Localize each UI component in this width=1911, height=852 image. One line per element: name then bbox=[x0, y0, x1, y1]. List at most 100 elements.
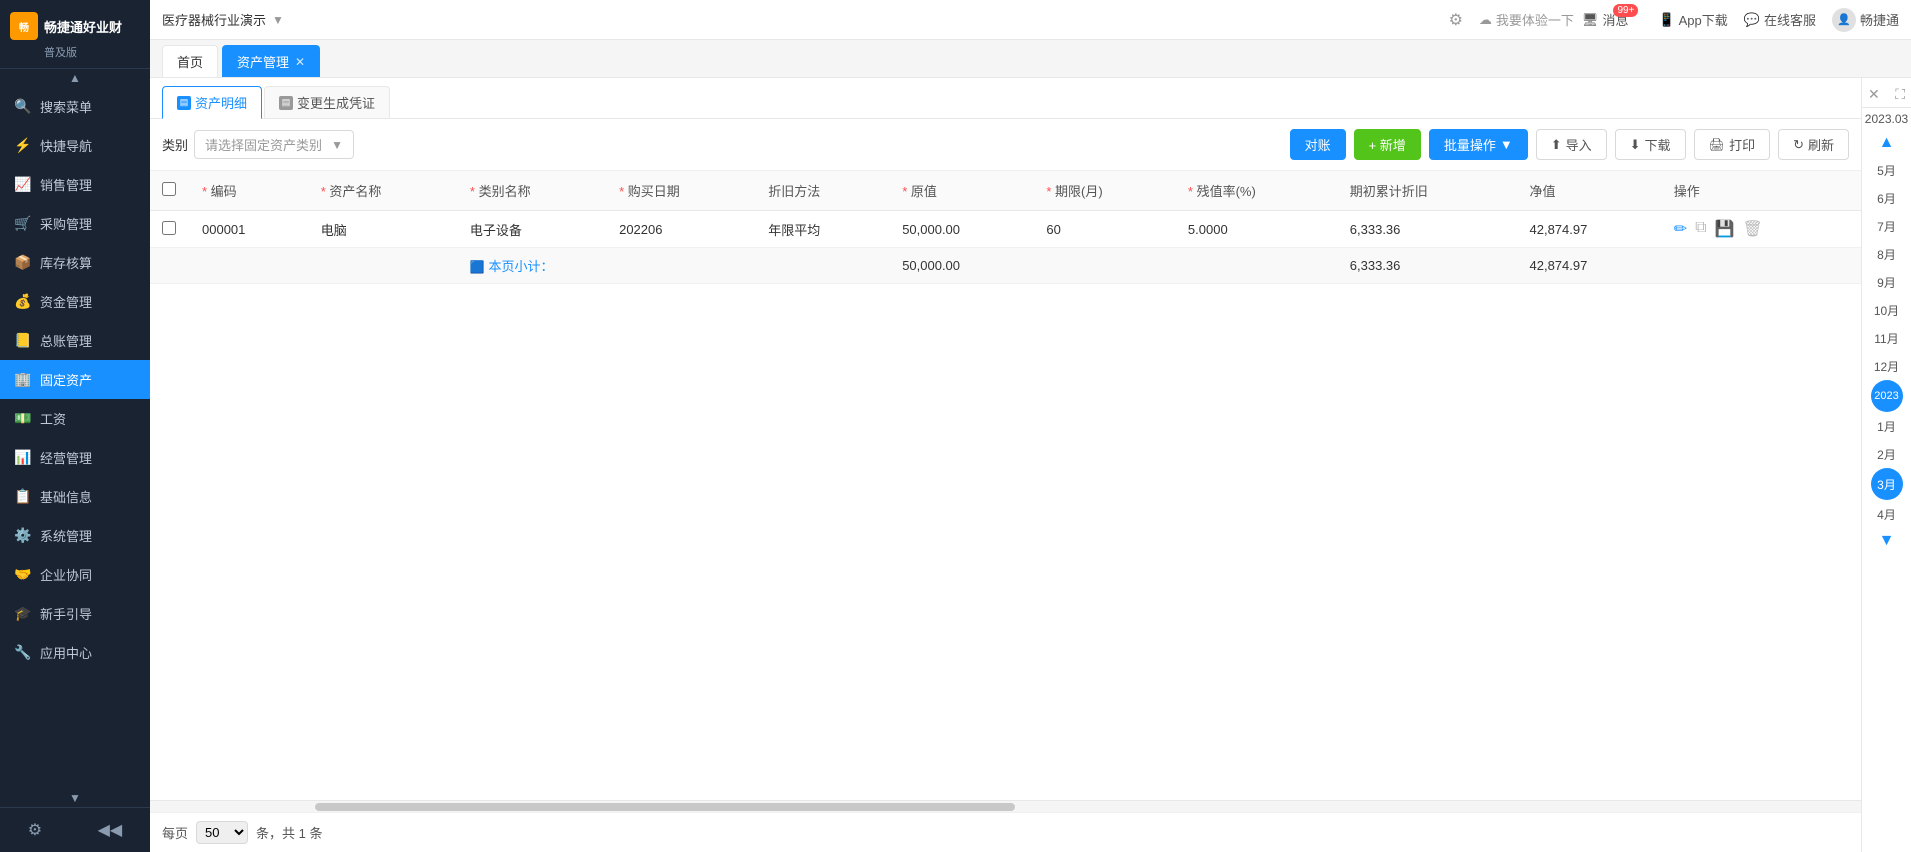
collab-icon: 🤝 bbox=[14, 566, 32, 584]
save-as-button[interactable]: 💾 bbox=[1715, 219, 1735, 239]
sidebar-item-collab[interactable]: 🤝 企业协同 bbox=[0, 555, 150, 594]
filter-label: 类别 bbox=[162, 135, 188, 154]
row-checkbox[interactable] bbox=[162, 221, 176, 235]
copy-button[interactable]: ⧉ bbox=[1695, 219, 1706, 239]
sidebar-item-purchase[interactable]: 🛒 采购管理 bbox=[0, 204, 150, 243]
month-6[interactable]: 6月 bbox=[1867, 184, 1907, 212]
settings-icon[interactable]: ⚙ bbox=[20, 816, 50, 844]
download-button[interactable]: ⬇ 下载 bbox=[1615, 129, 1686, 160]
tab-close-icon[interactable]: ✕ bbox=[295, 55, 305, 69]
feedback-icon: ☁ bbox=[1479, 12, 1492, 28]
sidebar-scroll-down[interactable]: ▼ bbox=[0, 789, 150, 807]
refresh-icon: ↻ bbox=[1793, 137, 1804, 153]
batch-button[interactable]: 批量操作 ▼ bbox=[1429, 129, 1528, 160]
sidebar: 畅 畅捷通好业财 普及版 ▲ 🔍 搜索菜单 ⚡ 快捷导航 📈 销售管理 🛒 采购… bbox=[0, 0, 150, 852]
company-dropdown-arrow: ▼ bbox=[272, 13, 284, 27]
import-icon: ⬆ bbox=[1551, 137, 1562, 153]
select-all-checkbox[interactable] bbox=[162, 182, 176, 196]
subtotal-icon: 🟦 bbox=[470, 260, 485, 274]
sidebar-item-fixed-assets[interactable]: 🏢 固定资产 bbox=[0, 360, 150, 399]
basics-icon: 📋 bbox=[14, 488, 32, 506]
right-panel-expand-icon[interactable]: ⛶ bbox=[1895, 86, 1905, 103]
sidebar-item-system[interactable]: ⚙️ 系统管理 bbox=[0, 516, 150, 555]
month-1[interactable]: 1月 bbox=[1867, 412, 1907, 440]
sidebar-bottom: ⚙ ◀◀ bbox=[0, 807, 150, 852]
edition-label: 普及版 bbox=[10, 44, 140, 60]
sidebar-item-payroll[interactable]: 💵 工资 bbox=[0, 399, 150, 438]
sidebar-item-guide[interactable]: 🎓 新手引导 bbox=[0, 594, 150, 633]
service-icon: 💬 bbox=[1744, 12, 1760, 28]
right-panel-close-icon[interactable]: ✕ bbox=[1868, 86, 1880, 103]
new-button[interactable]: + 新增 bbox=[1354, 129, 1421, 160]
delete-button[interactable]: 🗑 bbox=[1742, 219, 1762, 239]
app-download-button[interactable]: 📱 App下载 bbox=[1658, 10, 1727, 29]
payroll-icon: 💵 bbox=[14, 410, 32, 428]
per-page-select[interactable]: 50 100 bbox=[196, 821, 248, 844]
tab-home[interactable]: 首页 bbox=[162, 45, 218, 77]
refresh-button[interactable]: ↻ 刷新 bbox=[1778, 129, 1849, 160]
print-label: 打印 bbox=[1729, 135, 1755, 154]
app-label: App下载 bbox=[1679, 10, 1728, 29]
sidebar-item-sales[interactable]: 📈 销售管理 bbox=[0, 165, 150, 204]
month-3-active[interactable]: 3月 bbox=[1871, 468, 1903, 500]
user-menu[interactable]: 👤 畅捷通 bbox=[1832, 8, 1899, 32]
sidebar-item-label: 搜索菜单 bbox=[40, 97, 92, 116]
month-9[interactable]: 9月 bbox=[1867, 268, 1907, 296]
months-scroll-up[interactable]: ▲ bbox=[1875, 130, 1899, 156]
gear-icon[interactable]: ⚙ bbox=[1449, 10, 1463, 30]
col-residual-rate: 残值率(%) bbox=[1176, 171, 1338, 211]
subtab-voucher[interactable]: ▤ 变更生成凭证 bbox=[264, 86, 390, 118]
batch-label: 批量操作 bbox=[1444, 135, 1496, 154]
tab-asset-management[interactable]: 资产管理 ✕ bbox=[222, 45, 320, 77]
message-button[interactable]: 🖥 消息 99+ bbox=[1582, 10, 1629, 29]
feedback-link[interactable]: ☁ 我要体验一下 bbox=[1479, 10, 1574, 29]
category-filter-select[interactable]: 请选择固定资产类别 ▼ bbox=[194, 130, 354, 159]
sidebar-item-quicknav[interactable]: ⚡ 快捷导航 bbox=[0, 126, 150, 165]
company-selector[interactable]: 医疗器械行业演示 ▼ bbox=[162, 10, 1441, 29]
subtab-asset-detail[interactable]: ▤ 资产明细 bbox=[162, 86, 262, 119]
table-container: 编码 资产名称 类别名称 购买日期 折旧方法 原值 期限(月) 残值率(%) 期… bbox=[150, 171, 1861, 800]
sidebar-item-management[interactable]: 📊 经营管理 bbox=[0, 438, 150, 477]
collapse-icon[interactable]: ◀◀ bbox=[90, 816, 131, 844]
purchase-icon: 🛒 bbox=[14, 215, 32, 233]
months-scroll-down[interactable]: ▼ bbox=[1875, 528, 1899, 554]
online-service-button[interactable]: 💬 在线客服 bbox=[1744, 10, 1816, 29]
reconcile-button[interactable]: 对账 bbox=[1290, 129, 1346, 160]
right-panel-months: ▲ 5月 6月 7月 8月 9月 10月 11月 12月 2023 1月 2月 … bbox=[1862, 130, 1911, 554]
month-2[interactable]: 2月 bbox=[1867, 440, 1907, 468]
filter-area: 类别 请选择固定资产类别 ▼ bbox=[162, 130, 354, 159]
subtotal-depreciation: 6,333.36 bbox=[1338, 248, 1518, 284]
horizontal-scrollbar[interactable] bbox=[150, 800, 1861, 812]
sidebar-item-finance[interactable]: 💰 资金管理 bbox=[0, 282, 150, 321]
month-7[interactable]: 7月 bbox=[1867, 212, 1907, 240]
right-panel: ✕ ⛶ 2023.03 ▲ 5月 6月 7月 8月 9月 10月 11月 12月… bbox=[1861, 78, 1911, 852]
sidebar-item-ledger[interactable]: 📒 总账管理 bbox=[0, 321, 150, 360]
month-10[interactable]: 10月 bbox=[1867, 296, 1907, 324]
pagination: 每页 50 100 条，共 1 条 bbox=[150, 812, 1861, 852]
sidebar-item-label: 快捷导航 bbox=[40, 136, 92, 155]
edit-button[interactable]: ✏ bbox=[1674, 219, 1687, 239]
sidebar-item-label: 系统管理 bbox=[40, 526, 92, 545]
sidebar-item-label: 销售管理 bbox=[40, 175, 92, 194]
avatar: 👤 bbox=[1832, 8, 1856, 32]
cell-depreciation-method: 年限平均 bbox=[756, 211, 890, 248]
month-4[interactable]: 4月 bbox=[1867, 500, 1907, 528]
subtab-asset-detail-label: 资产明细 bbox=[195, 93, 247, 112]
import-button[interactable]: ⬆ 导入 bbox=[1536, 129, 1607, 160]
month-11[interactable]: 11月 bbox=[1867, 324, 1907, 352]
month-12[interactable]: 12月 bbox=[1867, 352, 1907, 380]
sidebar-scroll-up[interactable]: ▲ bbox=[0, 69, 150, 87]
sidebar-item-inventory[interactable]: 📦 库存核算 bbox=[0, 243, 150, 282]
hscroll-thumb[interactable] bbox=[315, 803, 1015, 811]
logo-icon: 畅 bbox=[10, 12, 38, 40]
month-5[interactable]: 5月 bbox=[1867, 156, 1907, 184]
sidebar-item-basics[interactable]: 📋 基础信息 bbox=[0, 477, 150, 516]
month-8[interactable]: 8月 bbox=[1867, 240, 1907, 268]
sidebar-item-search[interactable]: 🔍 搜索菜单 bbox=[0, 87, 150, 126]
management-icon: 📊 bbox=[14, 449, 32, 467]
app-title: 畅捷通好业财 bbox=[44, 17, 122, 36]
sidebar-item-appcenter[interactable]: 🔧 应用中心 bbox=[0, 633, 150, 672]
print-button[interactable]: 🖨 打印 bbox=[1694, 129, 1771, 160]
sidebar-header: 畅 畅捷通好业财 普及版 bbox=[0, 0, 150, 69]
sales-icon: 📈 bbox=[14, 176, 32, 194]
